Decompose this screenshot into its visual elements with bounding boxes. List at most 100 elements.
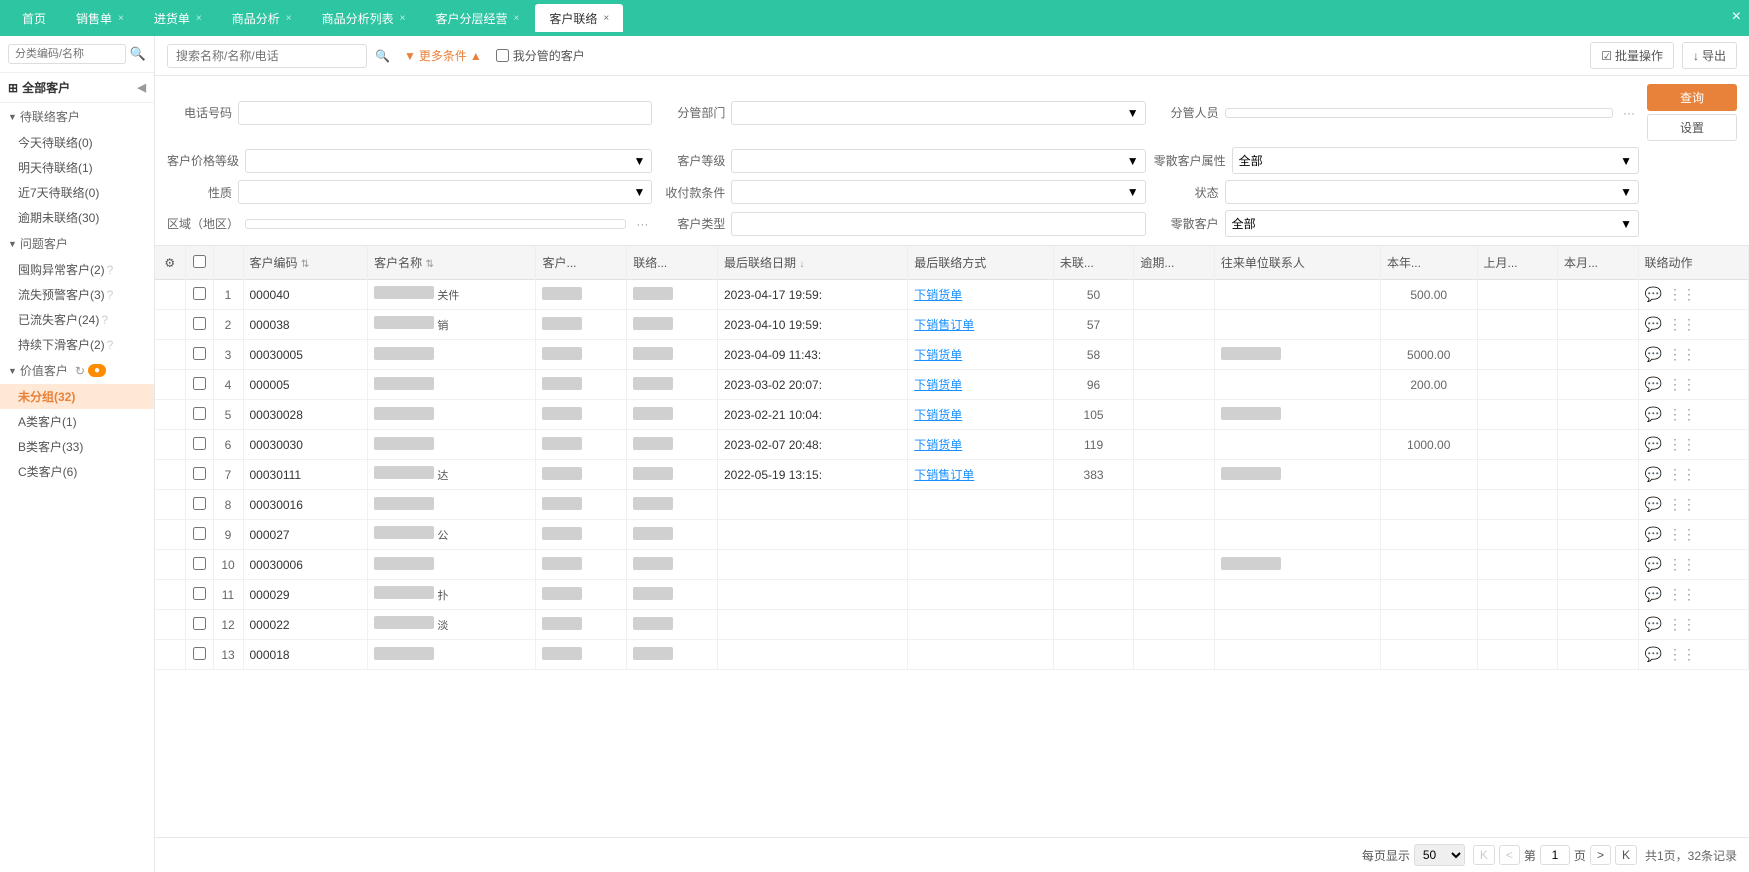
close-purchase-tab-icon[interactable]: × [196,13,202,24]
last-contact-method-link[interactable]: 下销货单 [914,378,962,392]
manager-dots-btn[interactable]: ··· [1619,106,1639,120]
contact-icon[interactable]: 💬 [1645,526,1662,543]
contact-icon[interactable]: 💬 [1645,286,1662,303]
sidebar-item-today-pending[interactable]: 今天待联络(0) [0,130,154,155]
row-checkbox-cell[interactable] [185,460,213,490]
sidebar-item-unclassified[interactable]: 未分组(32) [0,384,154,409]
row-checkbox[interactable] [193,587,206,600]
close-customer-tier-tab-icon[interactable]: × [513,13,519,24]
row-checkbox-cell[interactable] [185,310,213,340]
tab-customer-tier[interactable]: 客户分层经营 × [421,4,533,32]
last-contact-method-link[interactable]: 下销售订单 [914,318,974,332]
sidebar-item-class-a[interactable]: A类客户(1) [0,409,154,434]
th-contact[interactable]: 联络... [627,246,718,280]
export-btn[interactable]: ↓ 导出 [1682,42,1737,69]
row-checkbox-cell[interactable] [185,490,213,520]
more-action-icon[interactable]: ⋮⋮ [1668,406,1696,423]
row-checkbox[interactable] [193,527,206,540]
row-checkbox-cell[interactable] [185,580,213,610]
page-number-input[interactable] [1540,845,1570,865]
tab-home[interactable]: 首页 [8,4,60,32]
more-action-icon[interactable]: ⋮⋮ [1668,376,1696,393]
contact-icon[interactable]: 💬 [1645,346,1662,363]
last-contact-method-link[interactable]: 下销货单 [914,438,962,452]
last-contact-method-link[interactable]: 下销货单 [914,408,962,422]
th-customer-type[interactable]: 客户... [536,246,627,280]
sidebar-item-declining[interactable]: 持续下滑客户(2) ? [0,332,154,357]
sidebar-item-7days-pending[interactable]: 近7天待联络(0) [0,180,154,205]
row-checkbox[interactable] [193,287,206,300]
status-field[interactable]: ▼ [1225,180,1639,204]
my-customers-checkbox[interactable] [496,49,509,62]
sidebar-group-pending-contact[interactable]: ▼ 待联络客户 [0,103,154,130]
sidebar-group-problem-customers[interactable]: ▼ 问题客户 [0,230,154,257]
retail-attr-field[interactable]: 全部 ▼ [1232,147,1639,174]
last-contact-method-link[interactable]: 下销货单 [914,348,962,362]
th-this-year[interactable]: 本年... [1380,246,1477,280]
sidebar-item-overdue-contact[interactable]: 逾期未联络(30) [0,205,154,230]
row-checkbox-cell[interactable] [185,550,213,580]
th-company-contact[interactable]: 往来单位联系人 [1214,246,1380,280]
filter-search-input[interactable] [167,44,367,68]
row-checkbox[interactable] [193,407,206,420]
close-product-analysis-tab-icon[interactable]: × [286,13,292,24]
sidebar-group-value-customers[interactable]: ▼ 价值客户 ↻ ● [0,357,154,384]
row-checkbox[interactable] [193,347,206,360]
tab-product-analysis[interactable]: 商品分析 × [218,4,306,32]
nature-field[interactable]: ▼ [238,180,652,204]
th-customer-code[interactable]: 客户编码 ⇅ [243,246,368,280]
select-all-checkbox[interactable] [193,255,206,268]
sidebar-search-icon[interactable]: 🔍 [130,46,146,62]
row-checkbox[interactable] [193,557,206,570]
row-checkbox[interactable] [193,617,206,630]
th-customer-name[interactable]: 客户名称 ⇅ [368,246,536,280]
more-action-icon[interactable]: ⋮⋮ [1668,466,1696,483]
department-field[interactable]: ▼ [731,101,1145,125]
contact-icon[interactable]: 💬 [1645,556,1662,573]
phone-field[interactable] [238,101,652,125]
window-close-button[interactable]: × [1732,8,1741,26]
row-checkbox[interactable] [193,467,206,480]
reset-btn[interactable]: 设置 [1647,114,1737,141]
contact-icon[interactable]: 💬 [1645,466,1662,483]
contact-icon[interactable]: 💬 [1645,586,1662,603]
row-checkbox[interactable] [193,377,206,390]
th-overdue[interactable]: 逾期... [1134,246,1215,280]
next-page-btn[interactable]: > [1590,845,1611,865]
sidebar-search-input[interactable] [8,44,126,64]
row-checkbox[interactable] [193,437,206,450]
batch-ops-btn[interactable]: ☑ 批量操作 [1590,42,1674,69]
sidebar-item-abnormal-purchase[interactable]: 囤购异常客户(2) ? [0,257,154,282]
row-checkbox-cell[interactable] [185,610,213,640]
my-customers-checkbox-label[interactable]: 我分管的客户 [496,47,585,64]
payment-terms-field[interactable]: ▼ [731,180,1145,204]
row-checkbox-cell[interactable] [185,370,213,400]
tab-product-analysis-list[interactable]: 商品分析列表 × [308,4,420,32]
contact-icon[interactable]: 💬 [1645,646,1662,663]
more-action-icon[interactable]: ⋮⋮ [1668,436,1696,453]
close-sales-tab-icon[interactable]: × [118,13,124,24]
prev-page-btn[interactable]: < [1499,845,1520,865]
tab-purchase[interactable]: 进货单 × [140,4,216,32]
manager-field[interactable] [1225,108,1613,118]
last-page-btn[interactable]: K [1615,845,1637,865]
more-conditions-btn[interactable]: ▼ 更多条件 ▲ [398,44,488,67]
query-btn[interactable]: 查询 [1647,84,1737,111]
more-action-icon[interactable]: ⋮⋮ [1668,286,1696,303]
row-checkbox-cell[interactable] [185,520,213,550]
tab-sales[interactable]: 销售单 × [62,4,138,32]
contact-icon[interactable]: 💬 [1645,406,1662,423]
more-action-icon[interactable]: ⋮⋮ [1668,616,1696,633]
contact-icon[interactable]: 💬 [1645,436,1662,453]
sidebar-item-tomorrow-pending[interactable]: 明天待联络(1) [0,155,154,180]
row-checkbox-cell[interactable] [185,430,213,460]
customer-type-input[interactable] [738,217,1138,231]
first-page-btn[interactable]: K [1473,845,1495,865]
contact-icon[interactable]: 💬 [1645,496,1662,513]
contact-icon[interactable]: 💬 [1645,316,1662,333]
th-checkbox[interactable] [185,246,213,280]
row-checkbox[interactable] [193,317,206,330]
th-settings[interactable]: ⚙ [155,246,185,280]
row-checkbox-cell[interactable] [185,400,213,430]
sidebar-item-churned[interactable]: 已流失客户(24) ? [0,307,154,332]
